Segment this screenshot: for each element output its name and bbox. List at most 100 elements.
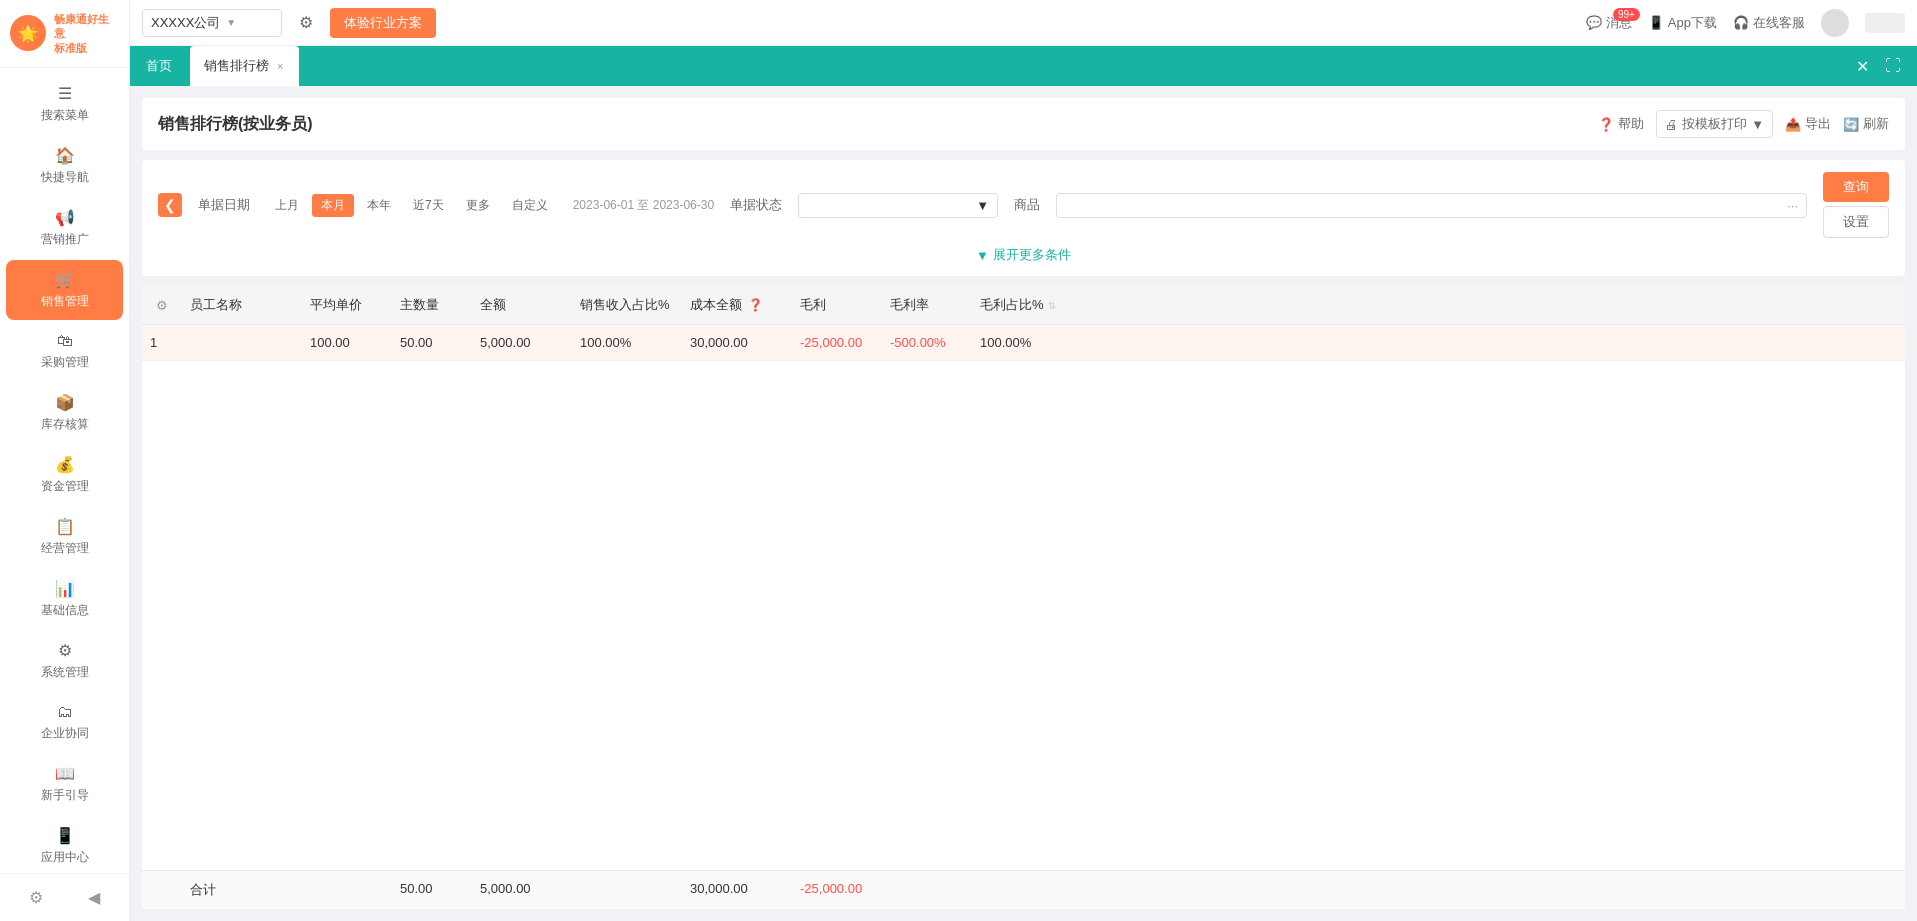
online-service-button[interactable]: 🎧 在线客服: [1733, 14, 1805, 32]
tab-close-icon[interactable]: ×: [275, 58, 285, 74]
tab-label: 销售排行榜: [204, 57, 269, 75]
date-btn-更多[interactable]: 更多: [457, 194, 499, 217]
sidebar-item-资金管理[interactable]: 💰资金管理: [6, 445, 123, 505]
table-footer: 合计 50.00 5,000.00 30,000.00 -25,000.00: [142, 870, 1905, 909]
table-body: 1 100.00 50.00 5,000.00 100.00% 30,000.0…: [142, 325, 1905, 870]
goods-more-icon: ···: [1787, 198, 1798, 213]
date-btn-自定义[interactable]: 自定义: [503, 194, 557, 217]
user-avatar[interactable]: [1821, 9, 1849, 37]
filter-action-buttons: 查询 设置: [1823, 172, 1889, 238]
logo-icon: 🌟: [10, 15, 46, 51]
th-settings[interactable]: ⚙: [142, 286, 182, 324]
footer-total: 5,000.00: [472, 871, 572, 909]
topbar: XXXXX公司 ▼ ⚙ 体验行业方案 💬 消息 99+ 📱 App下载 🎧 在线…: [130, 0, 1917, 46]
th-cost: 成本全额 ❓: [682, 286, 792, 324]
td-margin: -500.00%: [882, 325, 972, 360]
help-icon: ❓: [1598, 117, 1614, 132]
th-profit-pct: 毛利占比% ⇅: [972, 286, 1062, 324]
nav-label: 库存核算: [41, 416, 89, 433]
sidebar-item-新手引导[interactable]: 📖新手引导: [6, 754, 123, 814]
nav-label: 采购管理: [41, 354, 89, 371]
footer-margin: [882, 871, 972, 909]
th-total: 全额: [472, 286, 572, 324]
page-title: 销售排行榜(按业务员): [158, 114, 313, 135]
nav-label: 资金管理: [41, 478, 89, 495]
topbar-gear-button[interactable]: ⚙: [292, 9, 320, 37]
user-name-display: [1865, 13, 1905, 33]
date-btn-本年[interactable]: 本年: [358, 194, 400, 217]
cost-help-icon[interactable]: ❓: [748, 298, 763, 312]
nav-icon: 🏠: [55, 146, 75, 165]
sidebar-item-应用中心[interactable]: 📱应用中心: [6, 816, 123, 873]
sidebar-item-营销推广[interactable]: 📢营销推广: [6, 198, 123, 258]
nav-icon: 📊: [55, 579, 75, 598]
date-filter-label: 单据日期: [198, 196, 250, 214]
help-button[interactable]: ❓ 帮助: [1598, 115, 1644, 133]
footer-extra: [1062, 871, 1905, 909]
sidebar-item-基础信息[interactable]: 📊 基础信息: [6, 569, 123, 629]
date-btn-本月[interactable]: 本月: [312, 194, 354, 217]
nav-label: 基础信息: [41, 602, 89, 619]
nav-label: 快捷导航: [41, 169, 89, 186]
content-area: 销售排行榜(按业务员) ❓ 帮助 🖨 按模板打印 ▼ 📤 导出 🔄 刷新: [130, 86, 1917, 921]
app-download-label: App下载: [1668, 14, 1717, 32]
footer-settings: [142, 871, 182, 909]
company-selector[interactable]: XXXXX公司 ▼: [142, 9, 282, 37]
expand-down-icon: ▼: [976, 248, 989, 263]
print-icon: 🖨: [1665, 117, 1678, 132]
nav-label: 系统管理: [41, 664, 89, 681]
close-window-icon[interactable]: ✕: [1852, 53, 1873, 80]
sidebar-item-库存核算[interactable]: 📦库存核算: [6, 383, 123, 443]
refresh-label: 刷新: [1863, 115, 1889, 133]
nav-icon: 📱: [55, 826, 75, 845]
export-button[interactable]: 📤 导出: [1785, 115, 1831, 133]
date-btn-近7天[interactable]: 近7天: [404, 194, 453, 217]
date-range-display: 2023-06-01 至 2023-06-30: [573, 197, 714, 214]
sidebar-item-经营管理[interactable]: 📋经营管理: [6, 507, 123, 567]
sidebar-item-快捷导航[interactable]: 🏠 快捷导航: [6, 136, 123, 196]
sidebar-item-采购管理[interactable]: 🛍 采购管理: [6, 322, 123, 381]
nav-label: 经营管理: [41, 540, 89, 557]
status-dropdown-icon: ▼: [976, 198, 989, 213]
message-button[interactable]: 💬 消息 99+: [1586, 14, 1632, 32]
sort-icon: ⇅: [1048, 300, 1056, 311]
td-sales-pct: 100.00%: [572, 325, 682, 360]
sidebar-item-销售管理[interactable]: 🛒销售管理: [6, 260, 123, 320]
date-btn-上月[interactable]: 上月: [266, 194, 308, 217]
status-filter-select[interactable]: ▼: [798, 193, 998, 218]
message-icon: 💬: [1586, 15, 1602, 30]
app-download-button[interactable]: 📱 App下载: [1648, 14, 1717, 32]
nav-label: 新手引导: [41, 787, 89, 804]
tab-home[interactable]: 首页: [130, 46, 188, 86]
collapse-sidebar-icon[interactable]: ◀: [84, 884, 104, 911]
sidebar-item-搜索菜单[interactable]: ☰搜索菜单: [6, 74, 123, 134]
nav-icon: 📢: [55, 208, 75, 227]
footer-profit: -25,000.00: [792, 871, 882, 909]
maximize-window-icon[interactable]: ⛶: [1881, 53, 1905, 79]
footer-profit-pct: [972, 871, 1062, 909]
export-icon: 📤: [1785, 117, 1801, 132]
filter-collapse-arrow[interactable]: ❮: [158, 193, 182, 217]
logo-text: 畅康通好生意 标准版: [54, 12, 119, 55]
refresh-button[interactable]: 🔄 刷新: [1843, 115, 1889, 133]
settings-button[interactable]: 设置: [1823, 206, 1889, 238]
footer-cost: 30,000.00: [682, 871, 792, 909]
td-cost: 30,000.00: [682, 325, 792, 360]
message-badge: 99+: [1613, 8, 1640, 21]
online-service-label: 在线客服: [1753, 14, 1805, 32]
nav-icon: 🗂: [57, 703, 73, 721]
trial-button[interactable]: 体验行业方案: [330, 8, 436, 38]
sidebar-item-系统管理[interactable]: ⚙系统管理: [6, 631, 123, 691]
date-quick-buttons: 上月本月本年近7天更多自定义: [266, 194, 557, 217]
td-name: [182, 325, 302, 360]
settings-bottom-icon[interactable]: ⚙: [25, 884, 47, 911]
print-button[interactable]: 🖨 按模板打印 ▼: [1656, 110, 1773, 138]
nav-icon: 🛍: [57, 332, 73, 350]
th-qty: 主数量: [392, 286, 472, 324]
expand-more-btn[interactable]: ▼ 展开更多条件: [158, 246, 1889, 264]
query-button[interactable]: 查询: [1823, 172, 1889, 202]
sidebar-bottom: ⚙ ◀: [0, 873, 129, 921]
tab-sales-ranking[interactable]: 销售排行榜 ×: [190, 46, 299, 86]
goods-filter-select[interactable]: ···: [1056, 193, 1807, 218]
sidebar-item-企业协同[interactable]: 🗂企业协同: [6, 693, 123, 752]
